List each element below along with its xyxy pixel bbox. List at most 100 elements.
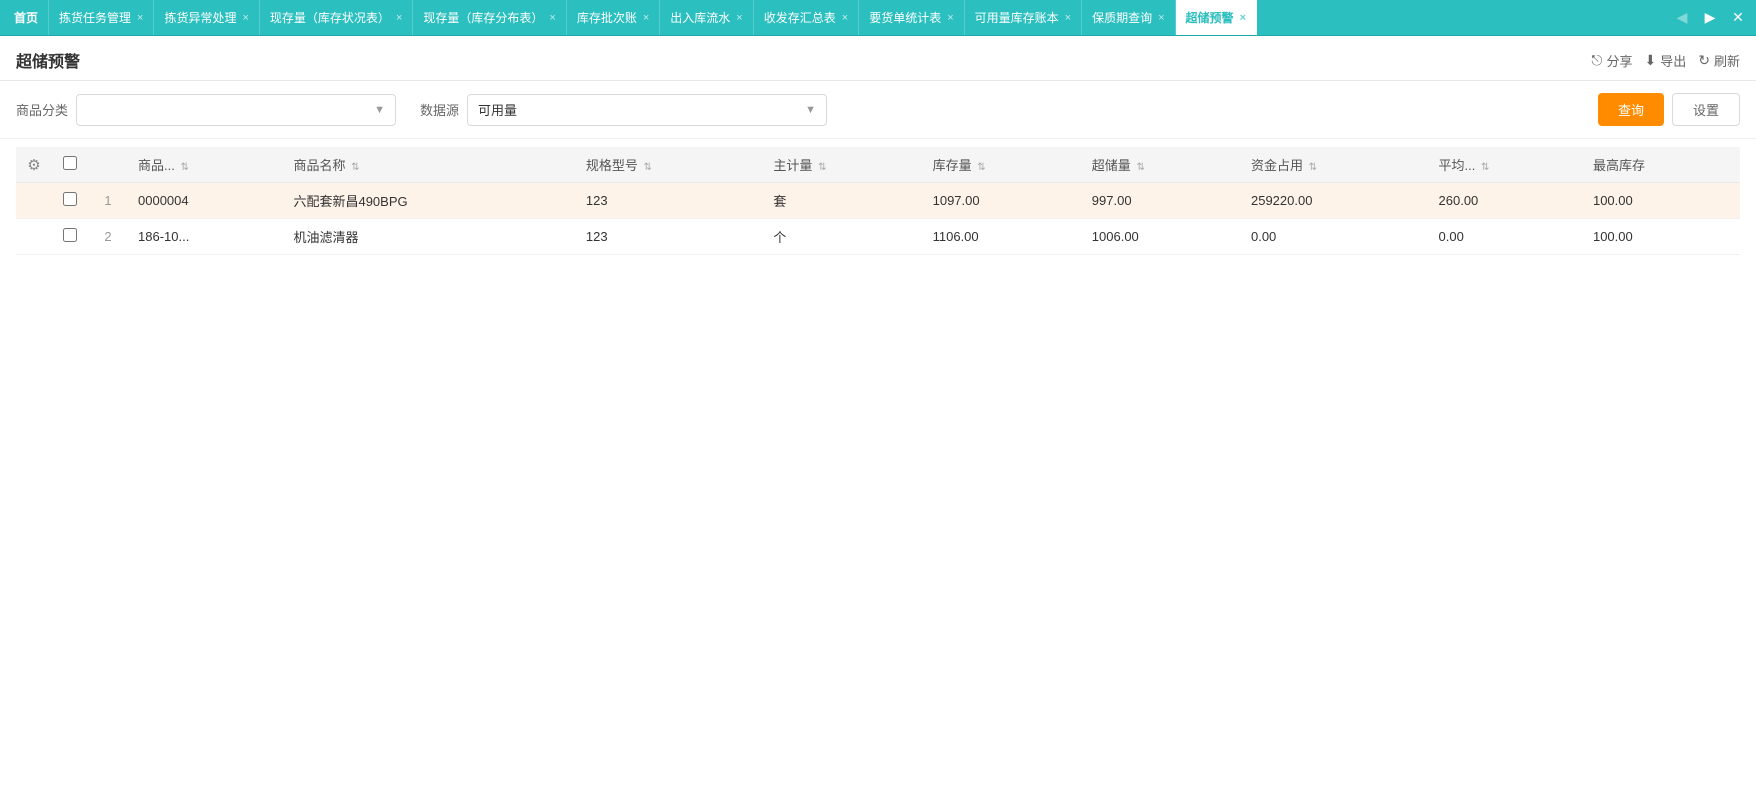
nav-tab-label-stock-dist: 现存量（库存分布表） (423, 9, 543, 26)
sort-icon-unit: ⇅ (818, 162, 826, 173)
col-header-max[interactable]: 最高库存 (1583, 147, 1740, 183)
row-checkbox-1[interactable] (63, 228, 77, 242)
page-title: 超储预警 (16, 48, 80, 72)
nav-tab-batch[interactable]: 库存批次账 × (567, 0, 660, 36)
row-stock-1: 1106.00 (923, 219, 1082, 255)
filter-area: 商品分类 ▼ 数据源 可用量 ▼ 查询 设置 (0, 81, 1756, 139)
refresh-button[interactable]: ↻ 刷新 (1698, 51, 1740, 70)
col-header-check (52, 147, 88, 183)
gear-settings-icon[interactable]: ⚙ (26, 156, 42, 174)
table-header-row: ⚙ 商品... ⇅ 商品名称 ⇅ 规格型号 (16, 147, 1740, 183)
export-icon: ⬇ (1645, 52, 1657, 69)
datasource-select[interactable]: 可用量 ▼ (467, 94, 827, 126)
query-button[interactable]: 查询 (1598, 93, 1664, 126)
nav-arrow-left[interactable]: ◀ (1668, 0, 1696, 36)
col-header-code[interactable]: 商品... ⇅ (128, 147, 283, 183)
nav-tab-close-avail-stock[interactable]: × (1065, 12, 1071, 24)
nav-tab-label-collect: 收发存汇总表 (764, 9, 836, 26)
datasource-filter: 数据源 可用量 ▼ (420, 94, 827, 126)
datasource-select-value: 可用量 (478, 100, 517, 119)
row-check-0[interactable] (52, 183, 88, 219)
export-button[interactable]: ⬇ 导出 (1645, 51, 1687, 70)
nav-tab-task-mgmt[interactable]: 拣货任务管理× (49, 0, 154, 36)
nav-tab-close-stock-dist[interactable]: × (549, 12, 555, 24)
row-gear-1 (16, 219, 52, 255)
row-code-0: 0000004 (128, 183, 283, 219)
row-max-1: 100.00 (1583, 219, 1740, 255)
category-chevron-icon: ▼ (374, 104, 385, 116)
row-unit-1: 个 (763, 219, 922, 255)
row-avg-0: 260.00 (1429, 183, 1583, 219)
nav-tab-close-order-stat[interactable]: × (947, 12, 953, 24)
nav-tab-exception[interactable]: 拣货异常处理 × (154, 0, 259, 36)
nav-tab-close-stock-status[interactable]: × (396, 12, 402, 24)
table-row: 1 0000004 六配套新昌490BPG 123 套 1097.00 997.… (16, 183, 1740, 219)
nav-tab-avail-stock[interactable]: 可用量库存账本 × (965, 0, 1082, 36)
nav-tab-close-task-mgmt[interactable]: × (137, 12, 143, 24)
nav-arrow-right[interactable]: ▶ (1696, 0, 1724, 36)
row-index-0: 1 (88, 183, 128, 219)
nav-tab-label-order-stat: 要货单统计表 (869, 9, 941, 26)
sort-icon-code: ⇅ (180, 162, 188, 173)
table-body: 1 0000004 六配套新昌490BPG 123 套 1097.00 997.… (16, 183, 1740, 255)
category-select[interactable]: ▼ (76, 94, 396, 126)
row-gear-0 (16, 183, 52, 219)
row-unit-0: 套 (763, 183, 922, 219)
col-header-unit[interactable]: 主计量 ⇅ (763, 147, 922, 183)
nav-tab-label-home: 首页 (14, 9, 38, 26)
col-header-avg[interactable]: 平均... ⇅ (1429, 147, 1583, 183)
nav-tab-stock-status[interactable]: 现存量（库存状况表）× (260, 0, 413, 36)
row-capital-0: 259220.00 (1241, 183, 1429, 219)
col-header-spec[interactable]: 规格型号 ⇅ (576, 147, 764, 183)
row-check-1[interactable] (52, 219, 88, 255)
nav-tab-close-collect[interactable]: × (842, 12, 848, 24)
col-header-capital[interactable]: 资金占用 ⇅ (1241, 147, 1429, 183)
page-header: 超储预警 ⎋ 分享 ⬇ 导出 ↻ 刷新 (0, 36, 1756, 81)
nav-tab-close-overstock[interactable]: × (1240, 12, 1246, 24)
sort-icon-capital: ⇅ (1309, 162, 1317, 173)
category-filter: 商品分类 ▼ (16, 94, 396, 126)
share-button[interactable]: ⎋ 分享 (1591, 51, 1632, 70)
nav-tab-label-exception: 拣货异常处理 (164, 9, 236, 26)
nav-tab-close-batch[interactable]: × (643, 12, 649, 24)
nav-tab-label-inout: 出入库流水 (670, 9, 730, 26)
col-header-stock[interactable]: 库存量 ⇅ (923, 147, 1082, 183)
row-avg-1: 0.00 (1429, 219, 1583, 255)
col-header-gear: ⚙ (16, 147, 52, 183)
row-name-1: 机油滤清器 (283, 219, 575, 255)
nav-close-btn[interactable]: ✕ (1724, 0, 1752, 36)
select-all-checkbox[interactable] (63, 156, 77, 170)
row-index-1: 2 (88, 219, 128, 255)
row-capital-1: 0.00 (1241, 219, 1429, 255)
sort-icon-over: ⇅ (1136, 162, 1144, 173)
nav-tab-quality[interactable]: 保质期查询 × (1082, 0, 1175, 36)
nav-tab-label-quality: 保质期查询 (1092, 9, 1152, 26)
col-header-name[interactable]: 商品名称 ⇅ (283, 147, 575, 183)
col-header-index (88, 147, 128, 183)
row-stock-0: 1097.00 (923, 183, 1082, 219)
nav-tab-stock-dist[interactable]: 现存量（库存分布表） × (413, 0, 566, 36)
row-max-0: 100.00 (1583, 183, 1740, 219)
share-icon: ⎋ (1591, 52, 1602, 69)
nav-tab-overstock[interactable]: 超储预警× (1176, 0, 1257, 36)
nav-tab-label-avail-stock: 可用量库存账本 (975, 9, 1059, 26)
row-spec-0: 123 (576, 183, 764, 219)
col-header-over[interactable]: 超储量 ⇅ (1082, 147, 1241, 183)
refresh-icon: ↻ (1698, 52, 1710, 69)
nav-tab-close-exception[interactable]: × (242, 12, 248, 24)
nav-tab-label-batch: 库存批次账 (577, 9, 637, 26)
nav-tab-order-stat[interactable]: 要货单统计表 × (859, 0, 964, 36)
row-checkbox-0[interactable] (63, 192, 77, 206)
header-actions: ⎋ 分享 ⬇ 导出 ↻ 刷新 (1591, 51, 1740, 70)
row-spec-1: 123 (576, 219, 764, 255)
nav-tab-collect[interactable]: 收发存汇总表 × (754, 0, 859, 36)
sort-icon-name: ⇅ (351, 162, 359, 173)
sort-icon-spec: ⇅ (644, 162, 652, 173)
nav-tab-home[interactable]: 首页 (4, 0, 49, 36)
row-over-1: 1006.00 (1082, 219, 1241, 255)
nav-tab-close-quality[interactable]: × (1158, 12, 1164, 24)
nav-tab-close-inout[interactable]: × (736, 12, 742, 24)
row-over-0: 997.00 (1082, 183, 1241, 219)
nav-tab-inout[interactable]: 出入库流水 × (660, 0, 753, 36)
settings-button[interactable]: 设置 (1672, 93, 1740, 126)
